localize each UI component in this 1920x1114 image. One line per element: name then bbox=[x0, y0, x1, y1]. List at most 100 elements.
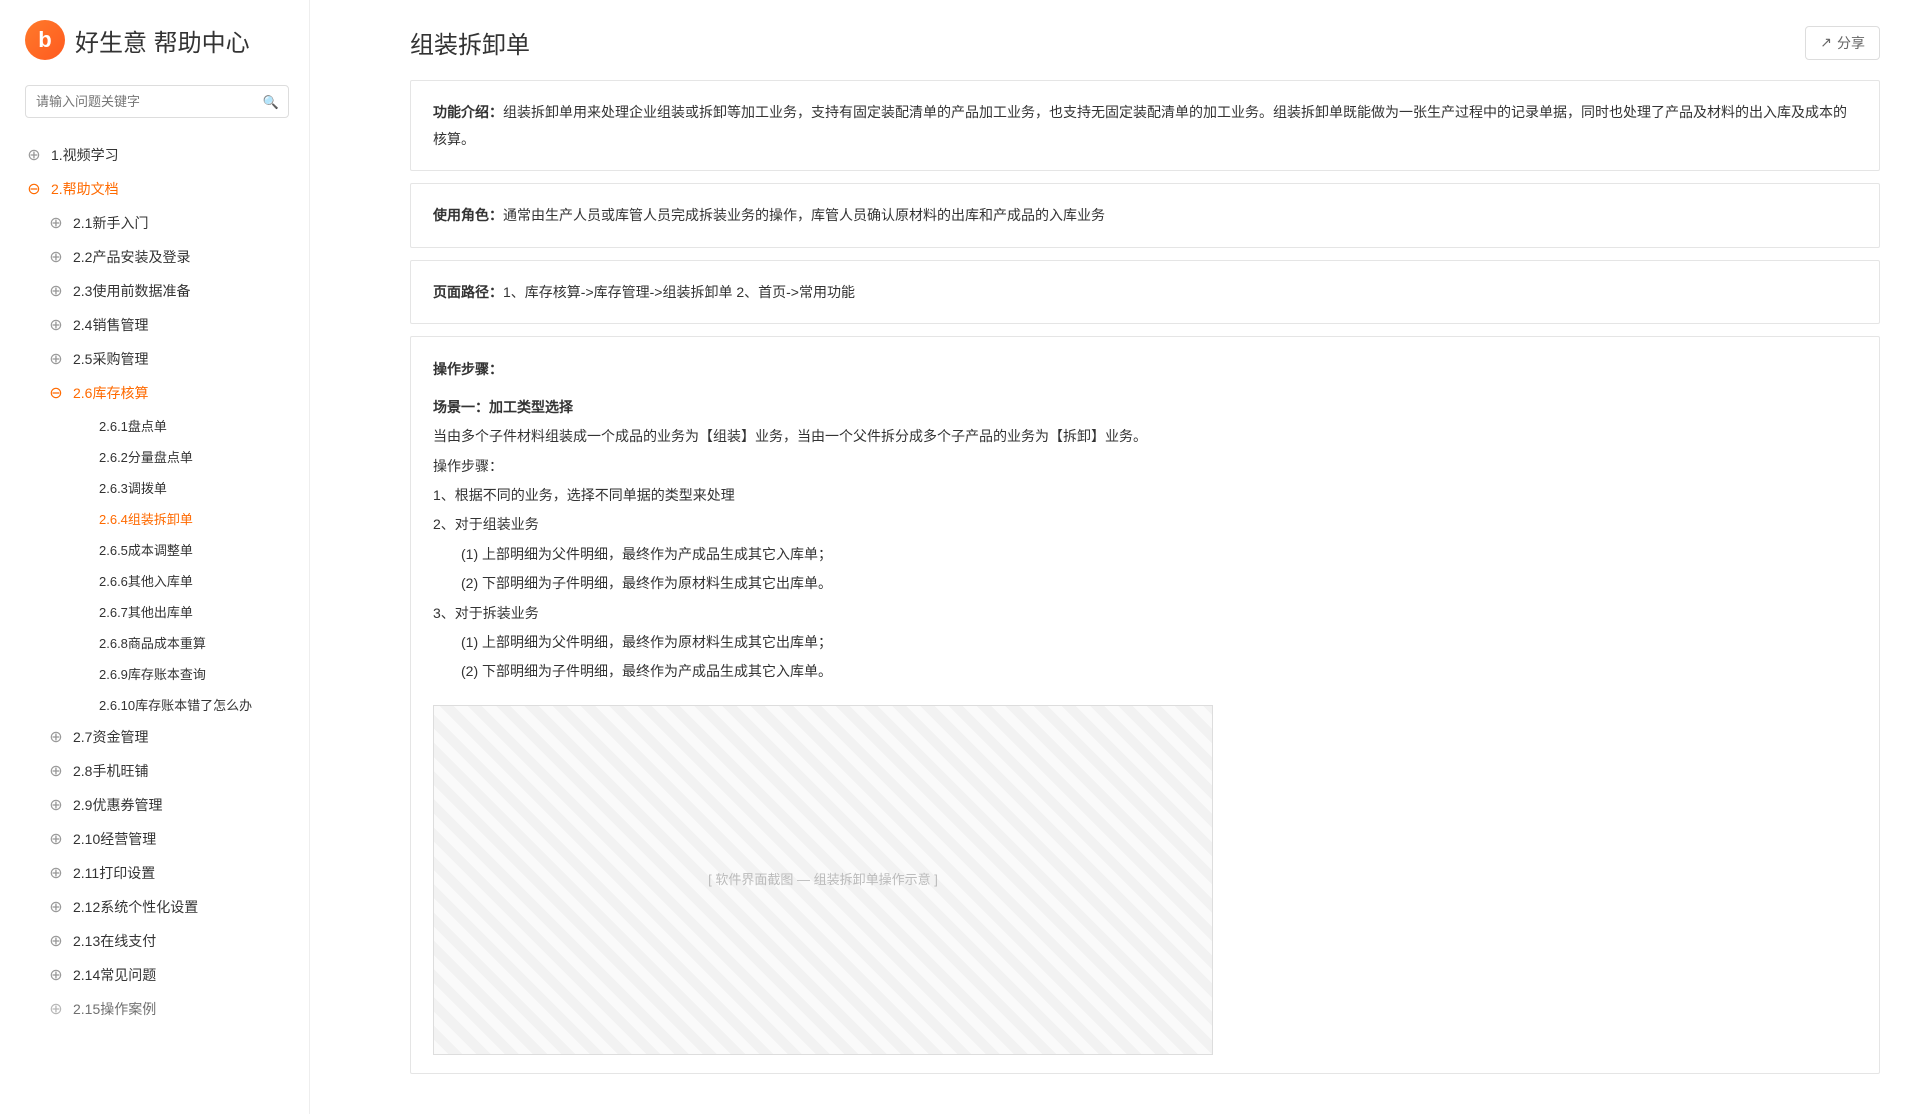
nav-label: 1.视频学习 bbox=[51, 145, 119, 165]
intro-text: 组装拆卸单用来处理企业组装或拆卸等加工业务，支持有固定装配清单的产品加工业务，也… bbox=[433, 104, 1847, 147]
collapse-icon bbox=[47, 384, 65, 402]
nav-label: 2.6库存核算 bbox=[73, 383, 148, 403]
nav-inventory[interactable]: 2.6库存核算 bbox=[47, 376, 289, 410]
step-1: 1、根据不同的业务，选择不同单据的类型来处理 bbox=[433, 481, 1857, 510]
expand-icon bbox=[47, 316, 65, 334]
scene-desc: 当由多个子件材料组装成一个成品的业务为【组装】业务，当由一个父件拆分成多个子产品… bbox=[433, 422, 1857, 451]
nav-mobile-shop[interactable]: 2.8手机旺铺 bbox=[47, 754, 289, 788]
nav-label: 2.15操作案例 bbox=[73, 999, 156, 1019]
nav-label: 2.6.3调拨单 bbox=[99, 478, 167, 497]
nav-label: 2.14常见问题 bbox=[73, 965, 156, 985]
expand-icon bbox=[47, 864, 65, 882]
nav-label: 2.10经营管理 bbox=[73, 829, 156, 849]
nav-label: 2.6.9库存账本查询 bbox=[99, 664, 206, 683]
nav-sales[interactable]: 2.4销售管理 bbox=[47, 308, 289, 342]
nav-transfer[interactable]: 2.6.3调拨单 bbox=[99, 472, 289, 503]
share-label: 分享 bbox=[1837, 33, 1865, 53]
role-label: 使用角色： bbox=[433, 207, 503, 223]
nav-other-in[interactable]: 2.6.6其他入库单 bbox=[99, 565, 289, 596]
nav-install-login[interactable]: 2.2产品安装及登录 bbox=[47, 240, 289, 274]
step-2b: (2) 下部明细为子件明细，最终作为原材料生成其它出库单。 bbox=[433, 569, 1857, 598]
nav-cost-recalc[interactable]: 2.6.8商品成本重算 bbox=[99, 627, 289, 658]
nav-help-docs[interactable]: 2.帮助文档 bbox=[25, 172, 289, 206]
nav-online-pay[interactable]: 2.13在线支付 bbox=[47, 924, 289, 958]
nav-stock-query[interactable]: 2.6.9库存账本查询 bbox=[99, 658, 289, 689]
path-label: 页面路径： bbox=[433, 284, 503, 300]
nav-coupon[interactable]: 2.9优惠券管理 bbox=[47, 788, 289, 822]
nav-purchase[interactable]: 2.5采购管理 bbox=[47, 342, 289, 376]
step-2: 2、对于组装业务 bbox=[433, 510, 1857, 539]
expand-icon bbox=[47, 282, 65, 300]
nav-label: 2.11打印设置 bbox=[73, 863, 155, 883]
nav-custom[interactable]: 2.12系统个性化设置 bbox=[47, 890, 289, 924]
expand-icon bbox=[47, 1000, 65, 1018]
nav-assembly[interactable]: 2.6.4组装拆卸单 bbox=[99, 503, 289, 534]
nav-label: 2.5采购管理 bbox=[73, 349, 148, 369]
nav-label: 2.8手机旺铺 bbox=[73, 761, 148, 781]
expand-icon bbox=[47, 932, 65, 950]
path-text: 1、库存核算->库存管理->组装拆卸单 2、首页->常用功能 bbox=[503, 284, 855, 300]
screenshot-alt: [ 软件界面截图 — 组装拆卸单操作示意 ] bbox=[708, 866, 938, 893]
page-title: 组装拆卸单 bbox=[410, 25, 530, 60]
expand-icon bbox=[47, 830, 65, 848]
nav-data-prep[interactable]: 2.3使用前数据准备 bbox=[47, 274, 289, 308]
share-button[interactable]: 分享 bbox=[1805, 26, 1880, 60]
intro-card: 功能介绍：组装拆卸单用来处理企业组装或拆卸等加工业务，支持有固定装配清单的产品加… bbox=[410, 80, 1880, 171]
expand-icon bbox=[25, 146, 43, 164]
expand-icon bbox=[47, 898, 65, 916]
nav-print[interactable]: 2.11打印设置 bbox=[47, 856, 289, 890]
brand-row: b 好生意 帮助中心 bbox=[25, 20, 289, 60]
nav-label: 2.7资金管理 bbox=[73, 727, 148, 747]
embedded-screenshot: [ 软件界面截图 — 组装拆卸单操作示意 ] bbox=[433, 705, 1213, 1055]
main-content: 组装拆卸单 分享 功能介绍：组装拆卸单用来处理企业组装或拆卸等加工业务，支持有固… bbox=[310, 0, 1920, 1114]
nav-label: 2.6.8商品成本重算 bbox=[99, 633, 206, 652]
nav-video-learning[interactable]: 1.视频学习 bbox=[25, 138, 289, 172]
nav-label: 2.1新手入门 bbox=[73, 213, 148, 233]
steps-title: 操作步骤： bbox=[433, 355, 1857, 384]
nav-label: 2.3使用前数据准备 bbox=[73, 281, 190, 301]
intro-label: 功能介绍： bbox=[433, 104, 503, 120]
nav-cost-adjust[interactable]: 2.6.5成本调整单 bbox=[99, 534, 289, 565]
nav-cases[interactable]: 2.15操作案例 bbox=[47, 992, 289, 1026]
scene-title: 场景一：加工类型选择 bbox=[433, 393, 1857, 422]
role-text: 通常由生产人员或库管人员完成拆装业务的操作，库管人员确认原材料的出库和产成品的入… bbox=[503, 207, 1105, 223]
expand-icon bbox=[47, 214, 65, 232]
nav-fund[interactable]: 2.7资金管理 bbox=[47, 720, 289, 754]
brand-title: 好生意 帮助中心 bbox=[75, 23, 250, 58]
expand-icon bbox=[47, 796, 65, 814]
steps-label: 操作步骤： bbox=[433, 452, 1857, 481]
nav-label: 2.12系统个性化设置 bbox=[73, 897, 198, 917]
step-3a: (1) 上部明细为父件明细，最终作为原材料生成其它出库单； bbox=[433, 628, 1857, 657]
nav-label: 2.2产品安装及登录 bbox=[73, 247, 190, 267]
expand-icon bbox=[47, 350, 65, 368]
share-icon bbox=[1820, 34, 1832, 51]
expand-icon bbox=[47, 248, 65, 266]
nav-inventory-check[interactable]: 2.6.1盘点单 bbox=[99, 410, 289, 441]
nav-label: 2.6.5成本调整单 bbox=[99, 540, 193, 559]
nav-label: 2.6.10库存账本错了怎么办 bbox=[99, 695, 252, 714]
search-input[interactable] bbox=[25, 85, 289, 118]
expand-icon bbox=[47, 762, 65, 780]
nav-label: 2.6.1盘点单 bbox=[99, 416, 167, 435]
collapse-icon bbox=[25, 180, 43, 198]
sidebar: b 好生意 帮助中心 1.视频学习 2.帮助文档 2.1新手入门 2.2产品安装… bbox=[0, 0, 310, 1114]
step-2a: (1) 上部明细为父件明细，最终作为产成品生成其它入库单； bbox=[433, 540, 1857, 569]
nav-label: 2.6.4组装拆卸单 bbox=[99, 509, 193, 528]
brand-logo-icon: b bbox=[25, 20, 65, 60]
path-card: 页面路径：1、库存核算->库存管理->组装拆卸单 2、首页->常用功能 bbox=[410, 260, 1880, 325]
search-container bbox=[25, 85, 289, 118]
nav-label: 2.帮助文档 bbox=[51, 179, 119, 199]
nav-faq[interactable]: 2.14常见问题 bbox=[47, 958, 289, 992]
role-card: 使用角色：通常由生产人员或库管人员完成拆装业务的操作，库管人员确认原材料的出库和… bbox=[410, 183, 1880, 248]
steps-card: 操作步骤： 场景一：加工类型选择 当由多个子件材料组装成一个成品的业务为【组装】… bbox=[410, 336, 1880, 1073]
step-3b: (2) 下部明细为子件明细，最终作为产成品生成其它入库单。 bbox=[433, 657, 1857, 686]
nav-stock-error[interactable]: 2.6.10库存账本错了怎么办 bbox=[99, 689, 289, 720]
nav-operation[interactable]: 2.10经营管理 bbox=[47, 822, 289, 856]
nav-other-out[interactable]: 2.6.7其他出库单 bbox=[99, 596, 289, 627]
nav-partial-check[interactable]: 2.6.2分量盘点单 bbox=[99, 441, 289, 472]
nav-beginner[interactable]: 2.1新手入门 bbox=[47, 206, 289, 240]
nav-label: 2.6.7其他出库单 bbox=[99, 602, 193, 621]
expand-icon bbox=[47, 966, 65, 984]
nav-label: 2.4销售管理 bbox=[73, 315, 148, 335]
title-row: 组装拆卸单 分享 bbox=[410, 25, 1880, 60]
